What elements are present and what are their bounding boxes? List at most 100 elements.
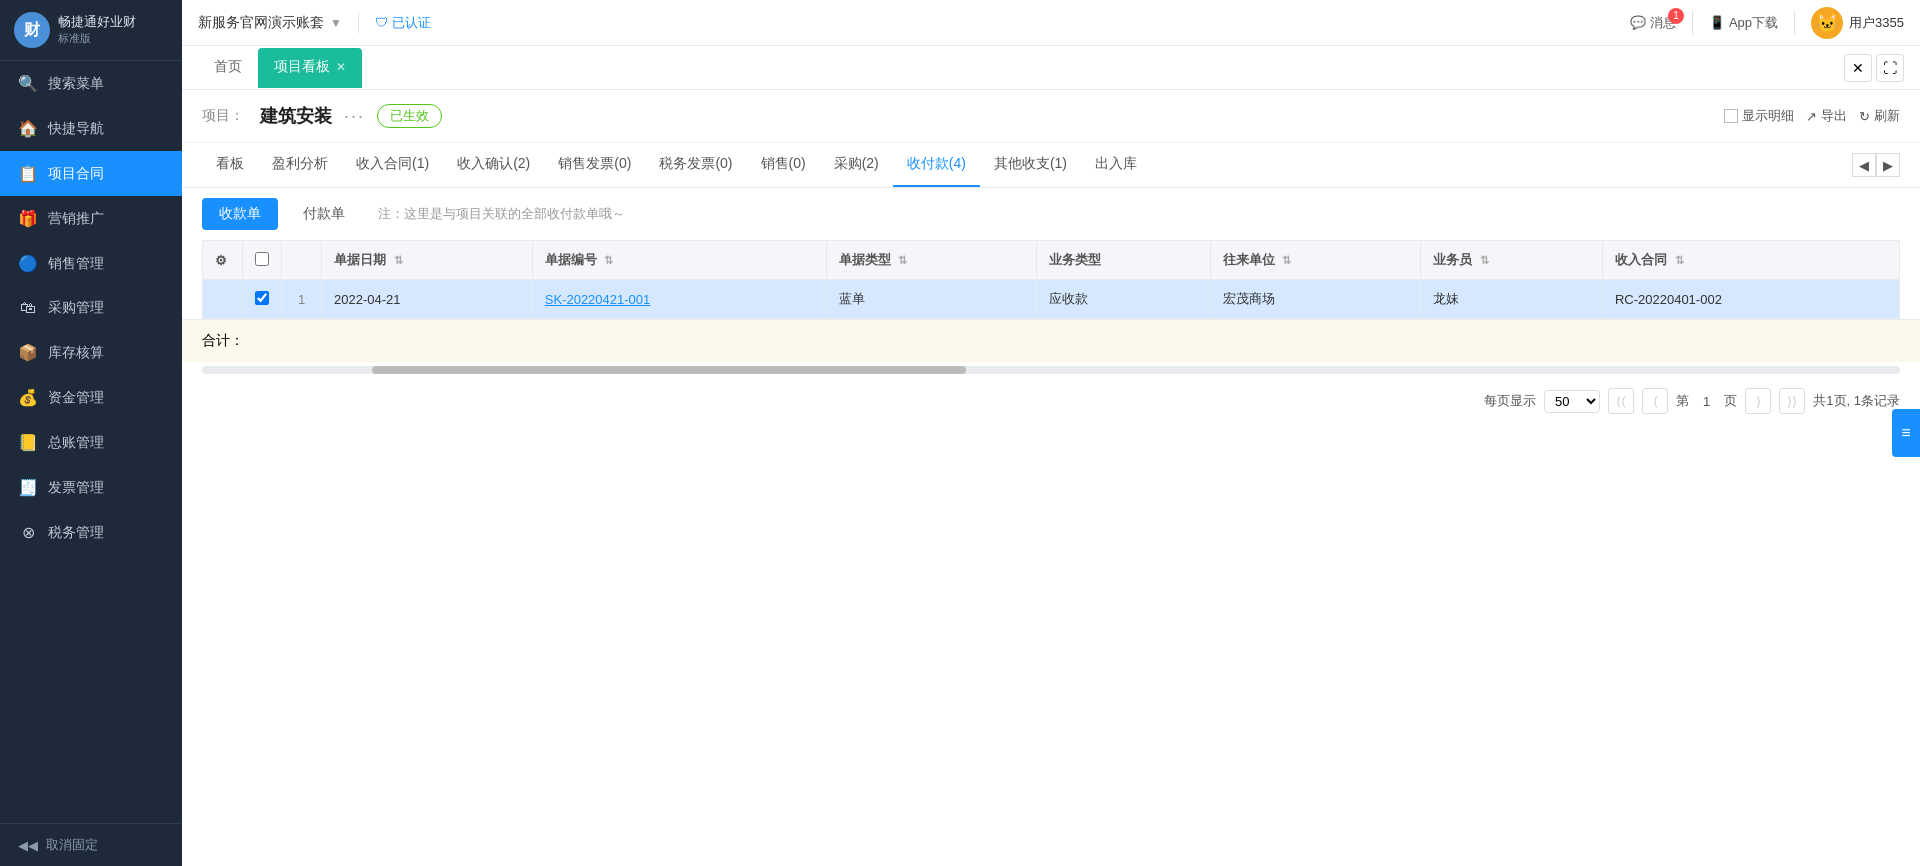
sidebar-item-label: 发票管理 (48, 479, 104, 497)
subtab-receipt[interactable]: 收付款(4) (893, 143, 980, 187)
maximize-window-button[interactable]: ⛶ (1876, 54, 1904, 82)
inner-tab-payment[interactable]: 付款单 (286, 198, 362, 230)
sort-icon: ⇅ (1675, 254, 1684, 266)
tab-home[interactable]: 首页 (198, 48, 258, 88)
sidebar-item-quicknav[interactable]: 🏠 快捷导航 (0, 106, 182, 151)
tax-icon: ⊗ (18, 523, 38, 542)
sidebar-item-label: 总账管理 (48, 434, 104, 452)
show-detail-checkbox[interactable]: 显示明细 (1724, 107, 1794, 125)
sidebar-item-project[interactable]: 📋 项目合同 (0, 151, 182, 196)
subtab-profit[interactable]: 盈利分析 (258, 143, 342, 187)
order-link[interactable]: SK-20220421-001 (545, 292, 651, 307)
sidebar-footer[interactable]: ◀◀ 取消固定 (0, 823, 182, 866)
sidebar-item-tax[interactable]: ⊗ 税务管理 (0, 510, 182, 555)
subtab-in-out[interactable]: 出入库 (1081, 143, 1151, 187)
sidebar-item-purchase[interactable]: 🛍 采购管理 (0, 286, 182, 330)
tab-project-board[interactable]: 项目看板 ✕ (258, 48, 362, 88)
unpin-icon: ◀◀ (18, 838, 38, 853)
marketing-icon: 🎁 (18, 209, 38, 228)
sidebar-item-sales[interactable]: 🔵 销售管理 (0, 241, 182, 286)
th-settings[interactable]: ⚙ (203, 241, 243, 280)
subtabs: 看板 盈利分析 收入合同(1) 收入确认(2) 销售发票(0) 税务发票(0) … (182, 143, 1920, 188)
right-panel-button[interactable]: ≡ (1892, 409, 1920, 457)
cell-checkbox[interactable] (243, 280, 282, 319)
th-checkbox[interactable] (243, 241, 282, 280)
prev-page-button[interactable]: ⟨ (1642, 388, 1668, 414)
th-income-contract[interactable]: 收入合同 ⇅ (1602, 241, 1899, 280)
th-date[interactable]: 单据日期 ⇅ (322, 241, 533, 280)
cell-type: 蓝单 (826, 280, 1037, 319)
verified-badge: 🛡 已认证 (375, 14, 431, 32)
inner-tab-note: 注：这里是与项目关联的全部收付款单哦～ (378, 205, 625, 223)
subtab-tax-invoice-label: 税务发票(0) (659, 155, 732, 171)
subtab-in-out-label: 出入库 (1095, 155, 1137, 171)
th-salesperson-label: 业务员 (1433, 252, 1472, 267)
sidebar-item-marketing[interactable]: 🎁 营销推广 (0, 196, 182, 241)
cell-code[interactable]: SK-20220421-001 (532, 280, 826, 319)
table-row[interactable]: 1 2022-04-21 SK-20220421-001 蓝单 应收款 宏茂商场… (203, 280, 1900, 319)
total-info: 共1页, 1条记录 (1813, 392, 1900, 410)
sidebar-item-invoice[interactable]: 🧾 发票管理 (0, 465, 182, 510)
row-checkbox[interactable] (255, 291, 269, 305)
logo-name: 畅捷通好业财 (58, 14, 136, 31)
sidebar-item-label: 销售管理 (48, 255, 104, 273)
subtab-purchase[interactable]: 采购(2) (820, 143, 893, 187)
refresh-button[interactable]: ↻ 刷新 (1859, 107, 1900, 125)
cell-income-contract: RC-20220401-002 (1602, 280, 1899, 319)
sort-icon: ⇅ (898, 254, 907, 266)
sidebar-item-inventory[interactable]: 📦 库存核算 (0, 330, 182, 375)
subtab-other-expense[interactable]: 其他收支(1) (980, 143, 1081, 187)
user-menu[interactable]: 🐱 用户3355 (1811, 7, 1904, 39)
tab-close-icon[interactable]: ✕ (336, 60, 346, 74)
inner-tab-receipt[interactable]: 收款单 (202, 198, 278, 230)
account-selector[interactable]: 新服务官网演示账套 ▼ (198, 14, 342, 32)
sort-icon: ⇅ (394, 254, 403, 266)
next-page-button[interactable]: ⟩ (1745, 388, 1771, 414)
export-label: 导出 (1821, 107, 1847, 125)
sidebar-nav: 🔍 搜索菜单 🏠 快捷导航 📋 项目合同 🎁 营销推广 🔵 销售管理 🛍 采购管… (0, 61, 182, 823)
subtab-sales-invoice[interactable]: 销售发票(0) (544, 143, 645, 187)
select-all-checkbox[interactable] (255, 252, 269, 266)
cell-settings (203, 280, 243, 319)
message-button[interactable]: 💬 消息 1 (1630, 14, 1676, 32)
subtab-next-button[interactable]: ▶ (1876, 153, 1900, 177)
th-partner[interactable]: 往来单位 ⇅ (1210, 241, 1421, 280)
subtab-sales[interactable]: 销售(0) (747, 143, 820, 187)
window-close-icon: ✕ (1852, 60, 1864, 76)
subtab-prev-button[interactable]: ◀ (1852, 153, 1876, 177)
refresh-icon: ↻ (1859, 109, 1870, 124)
invoice-icon: 🧾 (18, 478, 38, 497)
finance-icon: 💰 (18, 388, 38, 407)
settings-icon[interactable]: ⚙ (215, 253, 227, 268)
th-type[interactable]: 单据类型 ⇅ (826, 241, 1037, 280)
more-options-button[interactable]: ··· (344, 106, 365, 127)
sidebar-item-label: 搜索菜单 (48, 75, 104, 93)
subtab-sales-label: 销售(0) (761, 155, 806, 171)
page-title: 建筑安装 (260, 104, 332, 128)
tab-home-label: 首页 (214, 58, 242, 76)
export-button[interactable]: ↗ 导出 (1806, 107, 1847, 125)
subtab-kanban[interactable]: 看板 (202, 143, 258, 187)
sidebar-item-ledger[interactable]: 📒 总账管理 (0, 420, 182, 465)
table-header-row: ⚙ 单据日期 ⇅ 单据编号 ⇅ (203, 241, 1900, 280)
subtab-income-confirm[interactable]: 收入确认(2) (443, 143, 544, 187)
th-salesperson[interactable]: 业务员 ⇅ (1421, 241, 1602, 280)
last-page-button[interactable]: ⟩⟩ (1779, 388, 1805, 414)
close-window-button[interactable]: ✕ (1844, 54, 1872, 82)
subtab-income-confirm-label: 收入确认(2) (457, 155, 530, 171)
first-page-button[interactable]: ⟨⟨ (1608, 388, 1634, 414)
subtab-purchase-label: 采购(2) (834, 155, 879, 171)
scroll-bar-thumb[interactable] (372, 366, 966, 374)
sidebar-item-search[interactable]: 🔍 搜索菜单 (0, 61, 182, 106)
sidebar: 财 畅捷通好业财 标准版 🔍 搜索菜单 🏠 快捷导航 📋 项目合同 🎁 营销推广… (0, 0, 182, 866)
th-code[interactable]: 单据编号 ⇅ (532, 241, 826, 280)
subtab-income-contract[interactable]: 收入合同(1) (342, 143, 443, 187)
page-title-label: 项目： (202, 107, 244, 125)
subtab-tax-invoice[interactable]: 税务发票(0) (645, 143, 746, 187)
sidebar-item-finance[interactable]: 💰 资金管理 (0, 375, 182, 420)
page-suffix: 页 (1724, 392, 1737, 410)
subtab-profit-label: 盈利分析 (272, 155, 328, 171)
th-partner-label: 往来单位 (1223, 252, 1275, 267)
app-download-button[interactable]: 📱 App下载 (1709, 14, 1778, 32)
per-page-select[interactable]: 50 20 100 (1544, 390, 1600, 413)
